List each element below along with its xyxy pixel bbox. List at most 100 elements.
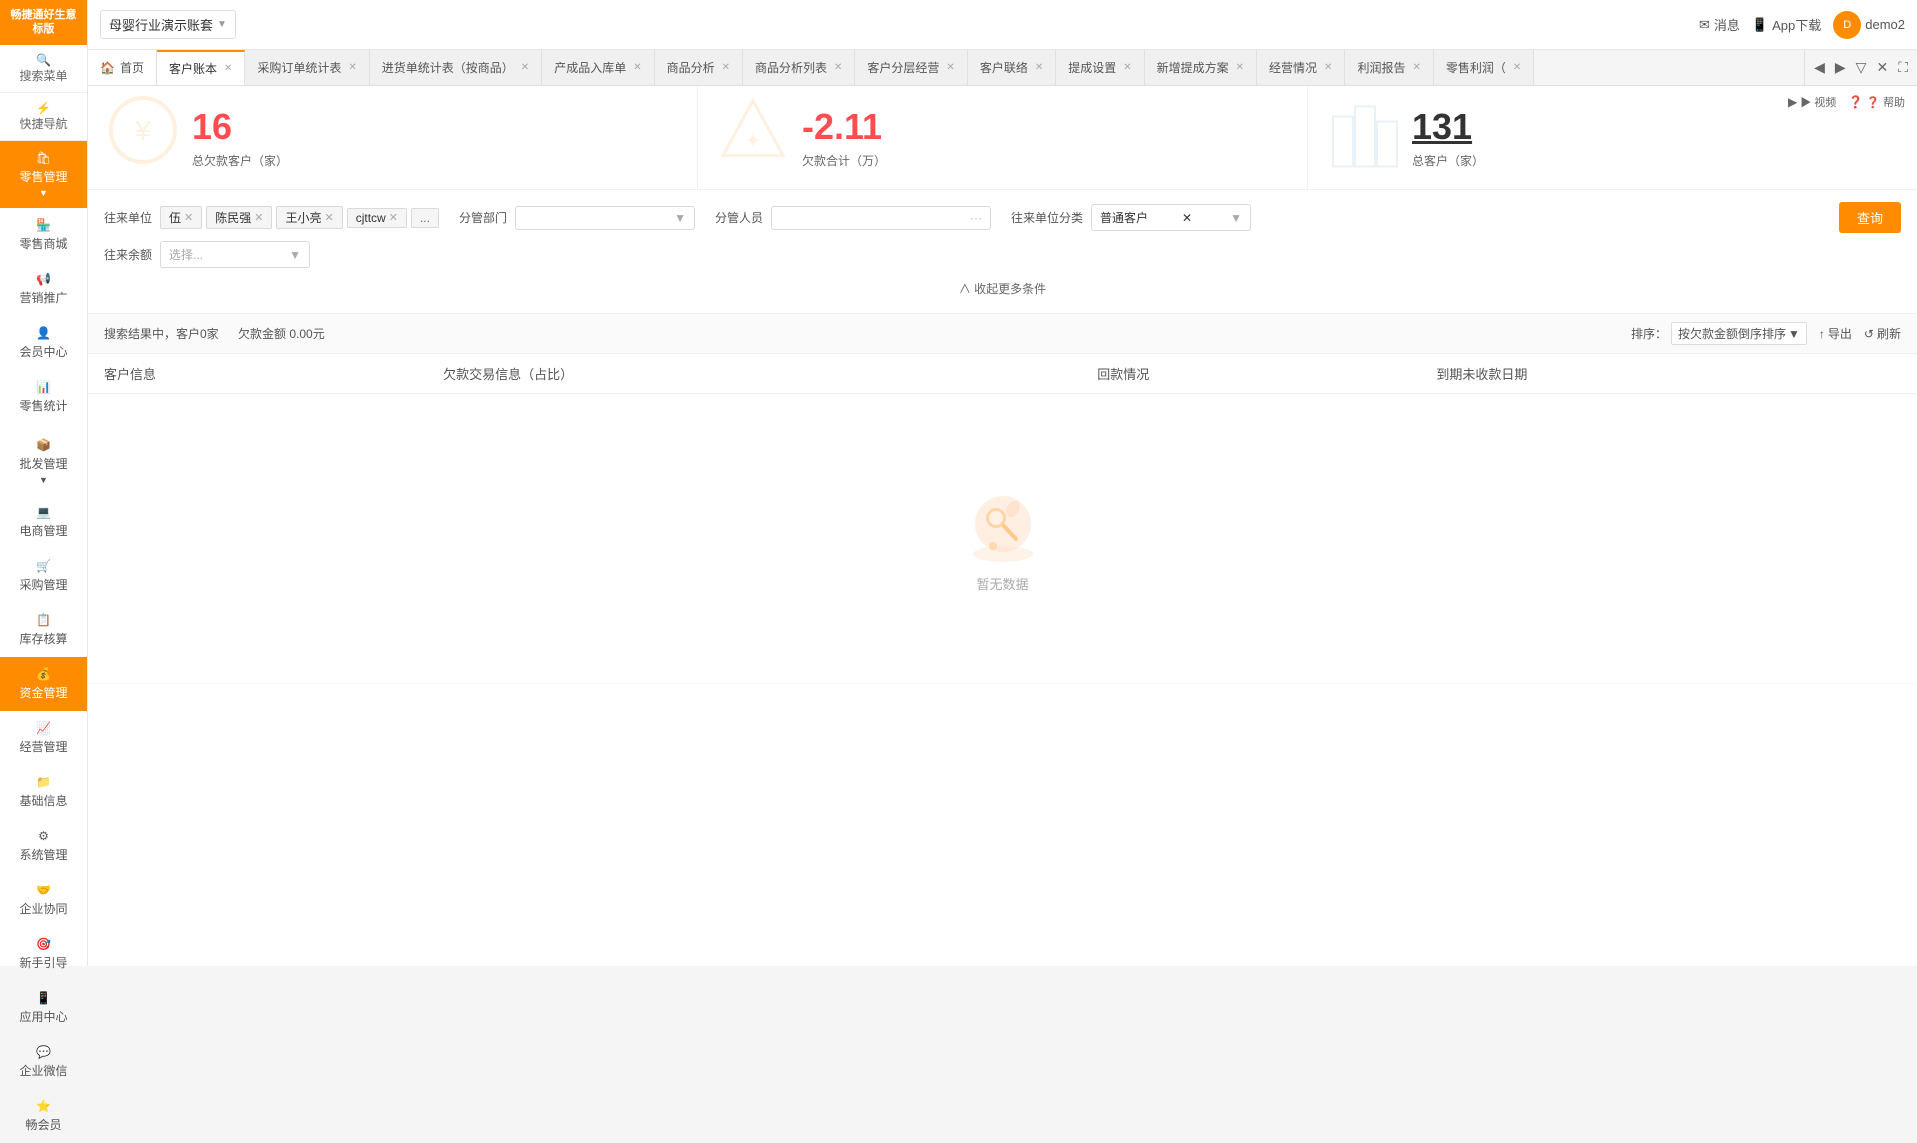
sidebar-item-enterprise-wx[interactable]: 💬 企业微信 [0, 1035, 87, 1089]
tab-close-new-raise[interactable]: ✕ [1236, 62, 1244, 73]
tab-profit-report[interactable]: 利润报告 ✕ [1345, 50, 1433, 85]
sidebar-item-quick-nav[interactable]: ⚡ 快捷导航 [0, 93, 87, 141]
filter-tag-cjttcw[interactable]: cjttcw ✕ [347, 208, 407, 228]
sidebar-item-member-center[interactable]: 👤 会员中心 [0, 316, 87, 370]
page-content: ▶ ▶ 视频 ❓ ❓ 帮助 ¥ 16 总欠款客户（家） [88, 86, 1917, 966]
sidebar-item-batch-mgmt[interactable]: 📦 批发管理 ▼ [0, 428, 87, 495]
tab-product-inbound[interactable]: 产成品入库单 ✕ [542, 50, 654, 85]
filter-tag-wu[interactable]: 伍 ✕ [160, 206, 202, 229]
overdue-amount-label: 欠款合计（万） [802, 152, 886, 169]
query-button[interactable]: 查询 [1839, 202, 1901, 233]
filter-tag-wang[interactable]: 王小亮 ✕ [276, 206, 342, 229]
search-icon: 🔍 [0, 53, 87, 67]
tag-close-cjttcw[interactable]: ✕ [389, 211, 398, 224]
tab-close-profit-report[interactable]: ✕ [1412, 62, 1420, 73]
tab-purchase-order-stat[interactable]: 采购订单统计表 ✕ [245, 50, 369, 85]
arrow-icon-2: ▼ [39, 475, 48, 485]
account-selector[interactable]: 母婴行业演示账套 ▼ [100, 10, 236, 39]
tab-close-all-icon[interactable]: ✕ [1873, 59, 1891, 76]
tab-raise-settings[interactable]: 提成设置 ✕ [1056, 50, 1144, 85]
balance-filter-select[interactable]: 选择... ▼ [160, 241, 310, 268]
sidebar-item-search[interactable]: 🔍 搜索菜单 [0, 45, 87, 93]
tab-expand-icon[interactable]: ▽ [1853, 59, 1870, 76]
tab-close-accounts[interactable]: ✕ [224, 63, 232, 74]
tag-close-wang[interactable]: ✕ [325, 211, 334, 224]
tab-close-raise-settings[interactable]: ✕ [1123, 62, 1131, 73]
filter-row-1: 往来单位 伍 ✕ 陈民强 ✕ 王小亮 ✕ cjttcw [104, 202, 1901, 233]
empty-state-cell: 暂无数据 [88, 394, 1917, 684]
tab-close-retail-profit[interactable]: ✕ [1513, 62, 1521, 73]
tab-product-analysis[interactable]: 商品分析 ✕ [655, 50, 743, 85]
total-customers-number: 131 [1412, 106, 1484, 148]
stat-overdue-amount: ✦ -2.11 欠款合计（万） [698, 86, 1308, 189]
selector-arrow-icon: ▼ [217, 19, 227, 30]
app-download-button[interactable]: 📱 App下载 [1752, 15, 1821, 34]
tab-close-product-analysis-list[interactable]: ✕ [834, 62, 842, 73]
dept-filter-label: 分管部门 [459, 209, 507, 226]
tab-next-arrow[interactable]: ▶ [1832, 59, 1849, 76]
user-avatar-button[interactable]: D demo2 [1833, 11, 1905, 39]
sidebar-item-app-center[interactable]: 📱 应用中心 [0, 981, 87, 1035]
retail-stat-icon: 📊 [36, 380, 51, 394]
topbar: 母婴行业演示账套 ▼ ✉ 消息 📱 App下载 D demo2 [88, 0, 1917, 50]
tab-accounts[interactable]: 客户账本 ✕ [157, 50, 245, 85]
sidebar-item-enterprise[interactable]: 🤝 企业协同 [0, 873, 87, 927]
tab-retail-profit[interactable]: 零售利润（ ✕ [1434, 50, 1534, 85]
tab-product-analysis-list[interactable]: 商品分析列表 ✕ [743, 50, 855, 85]
tag-close-chen[interactable]: ✕ [254, 211, 263, 224]
tab-customer-segment[interactable]: 客户分层经营 ✕ [855, 50, 967, 85]
tab-close-customer-contact[interactable]: ✕ [1035, 62, 1043, 73]
dept-filter-select[interactable]: ▼ [515, 206, 695, 230]
retail-mall-icon: 🏪 [36, 218, 51, 232]
tab-close-product-analysis[interactable]: ✕ [722, 62, 730, 73]
tab-fullscreen-icon[interactable]: ⛶ [1895, 59, 1911, 76]
tab-operation[interactable]: 经营情况 ✕ [1257, 50, 1345, 85]
sidebar-item-ecommerce[interactable]: 💻 电商管理 [0, 495, 87, 549]
inventory-icon: 📋 [36, 613, 51, 627]
sidebar-item-purchase[interactable]: 🛒 采购管理 [0, 549, 87, 603]
tab-new-raise[interactable]: 新增提成方案 ✕ [1145, 50, 1257, 85]
sidebar-item-base-info[interactable]: 📁 基础信息 [0, 765, 87, 819]
message-button[interactable]: ✉ 消息 [1699, 15, 1740, 34]
refresh-icon: ↺ [1864, 327, 1874, 341]
tag-close-wu[interactable]: ✕ [184, 211, 193, 224]
tab-close-customer-segment[interactable]: ✕ [946, 62, 954, 73]
dept-select-arrow: ▼ [674, 211, 686, 225]
sidebar-item-retail-mgmt[interactable]: 🛍 零售管理 ▼ [0, 141, 87, 208]
tab-inbound-stat[interactable]: 进货单统计表（按商品） ✕ [370, 50, 542, 85]
message-icon: ✉ [1699, 17, 1710, 33]
empty-state: 暂无数据 [104, 404, 1901, 673]
filter-tag-more[interactable]: ... [411, 208, 439, 228]
sidebar-item-member[interactable]: ⭐ 畅会员 [0, 1089, 87, 1143]
result-customers-text: 搜索结果中，客户0家 [104, 327, 219, 341]
tab-customer-contact[interactable]: 客户联络 ✕ [968, 50, 1056, 85]
col-customer-info: 客户信息 [88, 354, 427, 394]
overdue-customers-number: 16 [192, 106, 288, 148]
overdue-customers-label: 总欠款客户（家） [192, 152, 288, 169]
search-result-info: 搜索结果中，客户0家 欠款金额 0.00元 [104, 325, 325, 342]
sidebar-item-finance[interactable]: 💰 资金管理 [0, 657, 87, 711]
tab-close-purchase-order-stat[interactable]: ✕ [348, 62, 356, 73]
sidebar-item-retail-mall[interactable]: 🏪 零售商城 [0, 208, 87, 262]
sidebar-item-new-guide[interactable]: 🎯 新手引导 [0, 927, 87, 981]
collapse-button[interactable]: ∧ 收起更多条件 [947, 276, 1058, 301]
category-filter-select[interactable]: 普通客户 ✕ ▼ [1091, 204, 1251, 231]
sidebar-item-sys-mgmt[interactable]: ⚙ 系统管理 [0, 819, 87, 873]
tab-home[interactable]: 🏠 首页 [88, 50, 157, 85]
stat-bg-icon-2: ✦ [718, 95, 788, 180]
sidebar-item-operation[interactable]: 📈 经营管理 [0, 711, 87, 765]
refresh-button[interactable]: ↺ 刷新 [1864, 325, 1901, 342]
tab-prev-arrow[interactable]: ◀ [1811, 59, 1828, 76]
sidebar-item-inventory[interactable]: 📋 库存核算 [0, 603, 87, 657]
filter-row-2: 往来余额 选择... ▼ [104, 241, 1901, 268]
tag-close-category[interactable]: ✕ [1182, 211, 1192, 225]
sort-select[interactable]: 按欠款金额倒序排序 ▼ [1671, 322, 1807, 345]
tab-close-inbound-stat[interactable]: ✕ [521, 62, 529, 73]
tab-close-operation[interactable]: ✕ [1324, 62, 1332, 73]
sidebar-item-retail-stat[interactable]: 📊 零售统计 [0, 370, 87, 424]
tab-close-product-inbound[interactable]: ✕ [633, 62, 641, 73]
sidebar-item-marketing[interactable]: 📢 营销推广 [0, 262, 87, 316]
filter-tag-chen[interactable]: 陈民强 ✕ [206, 206, 272, 229]
export-button[interactable]: ↑ 导出 [1819, 325, 1852, 342]
person-filter-select[interactable]: ··· [771, 206, 991, 230]
